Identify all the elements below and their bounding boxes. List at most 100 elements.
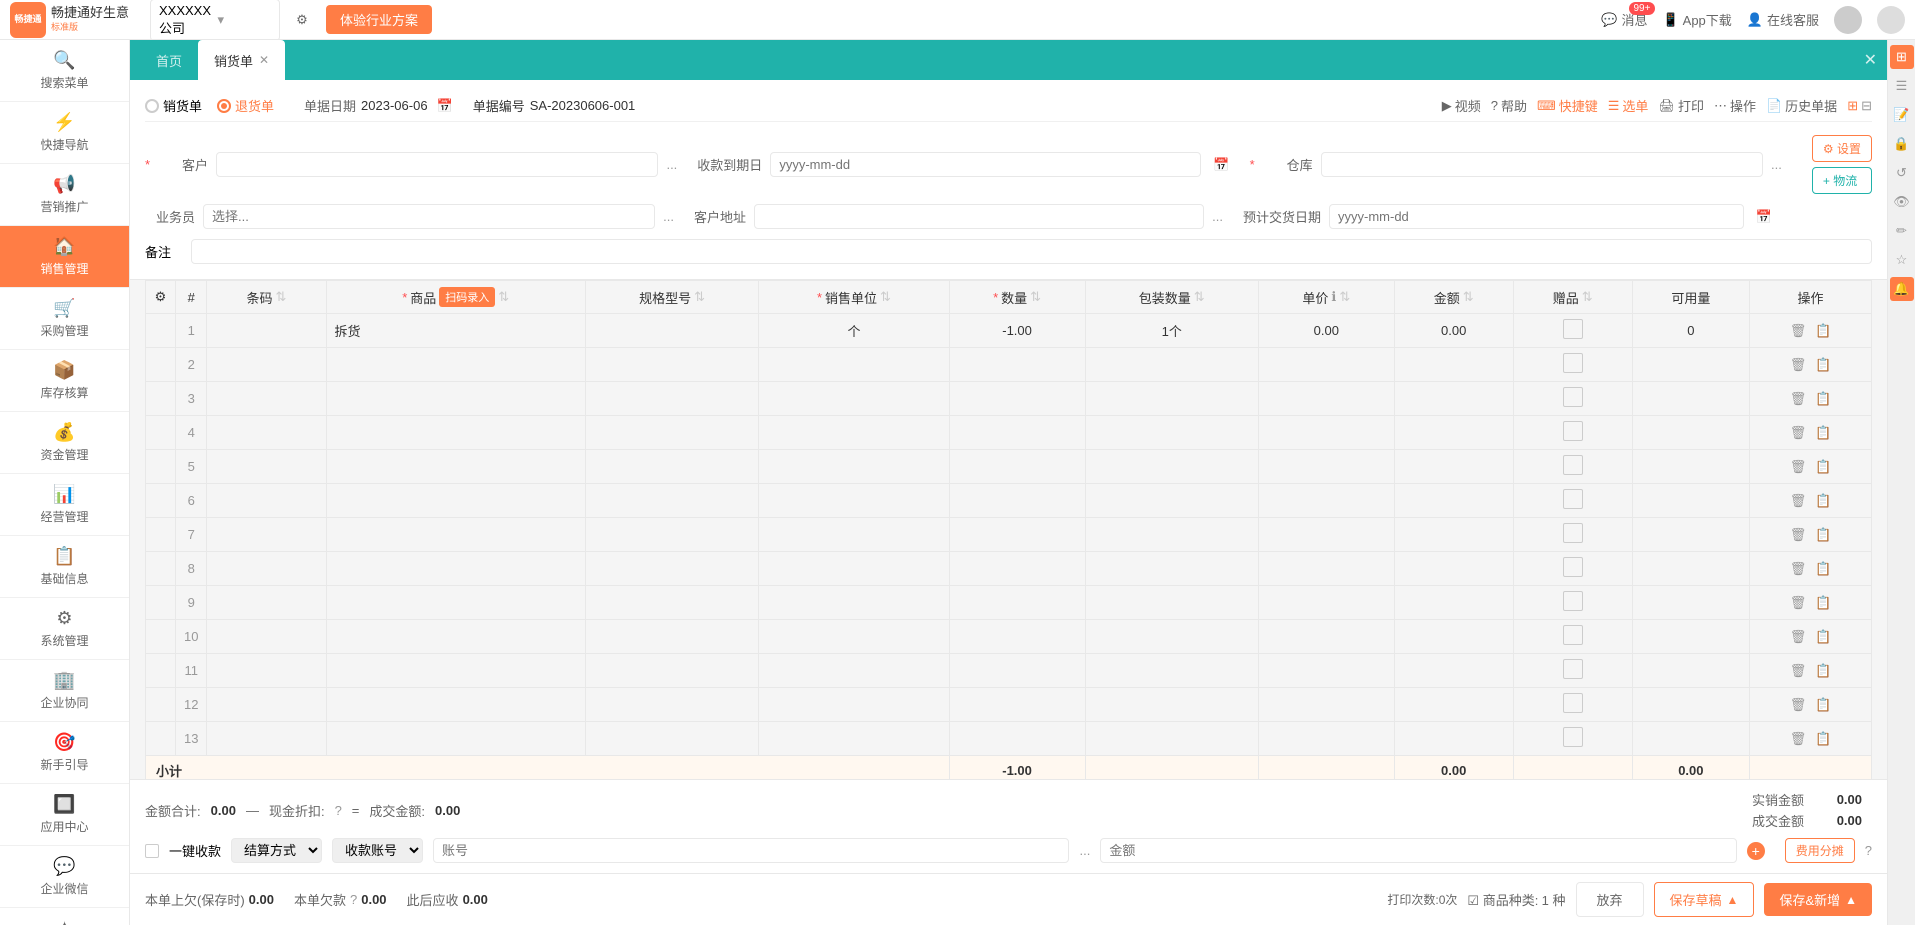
- salesperson-input[interactable]: [203, 204, 655, 229]
- user-avatar[interactable]: [1834, 6, 1862, 34]
- row-product[interactable]: [326, 688, 585, 722]
- row-barcode[interactable]: [207, 518, 326, 552]
- row-gift[interactable]: [1513, 620, 1632, 654]
- row-pack-qty[interactable]: [1085, 416, 1258, 450]
- warehouse-more-icon[interactable]: ...: [1771, 157, 1782, 172]
- row-barcode[interactable]: [207, 348, 326, 382]
- sidebar-item-enterprise[interactable]: 🏢 企业协同: [0, 660, 129, 722]
- row-gift[interactable]: [1513, 552, 1632, 586]
- row-price[interactable]: [1258, 586, 1394, 620]
- sidebar-item-sales[interactable]: 🏠 销售管理: [0, 226, 129, 288]
- settings-button[interactable]: ⚙ 设置: [1812, 135, 1872, 162]
- row-price[interactable]: [1258, 688, 1394, 722]
- row-pack-qty[interactable]: [1085, 382, 1258, 416]
- scan-button[interactable]: 扫码录入: [439, 287, 495, 307]
- row-spec[interactable]: [585, 382, 758, 416]
- row-unit[interactable]: [759, 484, 949, 518]
- row-amount[interactable]: [1394, 586, 1513, 620]
- row-amount[interactable]: [1394, 416, 1513, 450]
- row-gift[interactable]: [1513, 416, 1632, 450]
- th-pack-qty[interactable]: 包装数量 ⇅: [1085, 281, 1258, 314]
- row-barcode[interactable]: [207, 586, 326, 620]
- warehouse-input[interactable]: 建材仓: [1321, 152, 1763, 177]
- row-barcode[interactable]: [207, 382, 326, 416]
- row-qty[interactable]: [949, 416, 1085, 450]
- expected-date-calendar-icon[interactable]: 📅: [1756, 209, 1772, 225]
- row-amount[interactable]: [1394, 552, 1513, 586]
- row-pack-qty[interactable]: [1085, 552, 1258, 586]
- customer-more-icon[interactable]: ...: [666, 157, 677, 172]
- expected-date-input[interactable]: [1329, 204, 1744, 229]
- row-price[interactable]: [1258, 620, 1394, 654]
- row-delete-icon[interactable]: 🗑: [1790, 629, 1807, 644]
- row-copy-icon[interactable]: 📋: [1815, 323, 1831, 338]
- row-price[interactable]: [1258, 484, 1394, 518]
- row-copy-icon[interactable]: 📋: [1815, 391, 1831, 406]
- row-gift[interactable]: [1513, 382, 1632, 416]
- row-price[interactable]: [1258, 654, 1394, 688]
- row-price[interactable]: [1258, 416, 1394, 450]
- row-product[interactable]: [326, 450, 585, 484]
- row-amount[interactable]: [1394, 348, 1513, 382]
- row-pack-qty[interactable]: [1085, 518, 1258, 552]
- gift-checkbox[interactable]: [1563, 455, 1583, 475]
- calendar-icon[interactable]: 📅: [437, 98, 453, 114]
- gift-checkbox[interactable]: [1563, 421, 1583, 441]
- row-price[interactable]: 0.00: [1258, 314, 1394, 348]
- row-unit[interactable]: [759, 552, 949, 586]
- row-gift[interactable]: [1513, 722, 1632, 756]
- payment-amount-input[interactable]: [1100, 838, 1736, 863]
- row-amount[interactable]: [1394, 654, 1513, 688]
- row-delete-icon[interactable]: 🗑: [1790, 595, 1807, 610]
- gift-checkbox[interactable]: [1563, 659, 1583, 679]
- sidebar-item-apps[interactable]: 🔲 应用中心: [0, 784, 129, 846]
- row-qty[interactable]: [949, 518, 1085, 552]
- row-delete-icon[interactable]: 🗑: [1790, 527, 1807, 542]
- row-copy-icon[interactable]: 📋: [1815, 663, 1831, 678]
- row-unit[interactable]: [759, 620, 949, 654]
- row-unit[interactable]: [759, 586, 949, 620]
- settlement-method-select[interactable]: 结算方式: [231, 838, 322, 863]
- gift-checkbox[interactable]: [1563, 489, 1583, 509]
- row-spec[interactable]: [585, 722, 758, 756]
- gift-checkbox[interactable]: [1563, 387, 1583, 407]
- sidebar-item-quick-nav[interactable]: ⚡ 快捷导航: [0, 102, 129, 164]
- row-copy-icon[interactable]: 📋: [1815, 595, 1831, 610]
- app-download-button[interactable]: 📱 App下载: [1662, 10, 1731, 29]
- row-delete-icon[interactable]: 🗑: [1790, 425, 1807, 440]
- sidebar-item-member[interactable]: ✦ 畅会员: [0, 908, 129, 925]
- row-pack-qty[interactable]: [1085, 450, 1258, 484]
- row-spec[interactable]: [585, 518, 758, 552]
- due-date-input[interactable]: [770, 152, 1201, 177]
- row-amount[interactable]: [1394, 484, 1513, 518]
- row-delete-icon[interactable]: 🗑: [1790, 391, 1807, 406]
- question-icon-2[interactable]: ?: [350, 892, 357, 907]
- row-amount[interactable]: [1394, 382, 1513, 416]
- return-order-radio[interactable]: 退货单: [217, 96, 274, 115]
- sidebar-item-guide[interactable]: 🎯 新手引导: [0, 722, 129, 784]
- row-unit[interactable]: [759, 654, 949, 688]
- right-refresh-icon[interactable]: ↺: [1890, 161, 1914, 185]
- row-product[interactable]: [326, 518, 585, 552]
- th-unit[interactable]: * 销售单位 ⇅: [759, 281, 949, 314]
- abandon-button[interactable]: 放弃: [1576, 882, 1644, 917]
- row-unit[interactable]: [759, 722, 949, 756]
- gift-checkbox[interactable]: [1563, 693, 1583, 713]
- th-gift[interactable]: 赠品 ⇅: [1513, 281, 1632, 314]
- row-delete-icon[interactable]: 🗑: [1790, 731, 1807, 746]
- row-gift[interactable]: [1513, 484, 1632, 518]
- row-gift[interactable]: [1513, 518, 1632, 552]
- tab-sales-order[interactable]: 销货单 ✕: [198, 40, 285, 80]
- shortcut-btn[interactable]: ⌨ 快捷键: [1537, 96, 1598, 115]
- row-copy-icon[interactable]: 📋: [1815, 459, 1831, 474]
- row-qty[interactable]: [949, 382, 1085, 416]
- right-eye-icon[interactable]: 👁: [1890, 190, 1914, 214]
- row-delete-icon[interactable]: 🗑: [1790, 459, 1807, 474]
- print-btn[interactable]: 🖨 打印: [1658, 96, 1704, 115]
- payment-more-icon[interactable]: ...: [1079, 843, 1090, 858]
- gift-checkbox[interactable]: [1563, 353, 1583, 373]
- account-number-input[interactable]: [433, 838, 1069, 863]
- row-product[interactable]: [326, 722, 585, 756]
- row-barcode[interactable]: [207, 450, 326, 484]
- list-view-icon[interactable]: ⊟: [1861, 98, 1872, 114]
